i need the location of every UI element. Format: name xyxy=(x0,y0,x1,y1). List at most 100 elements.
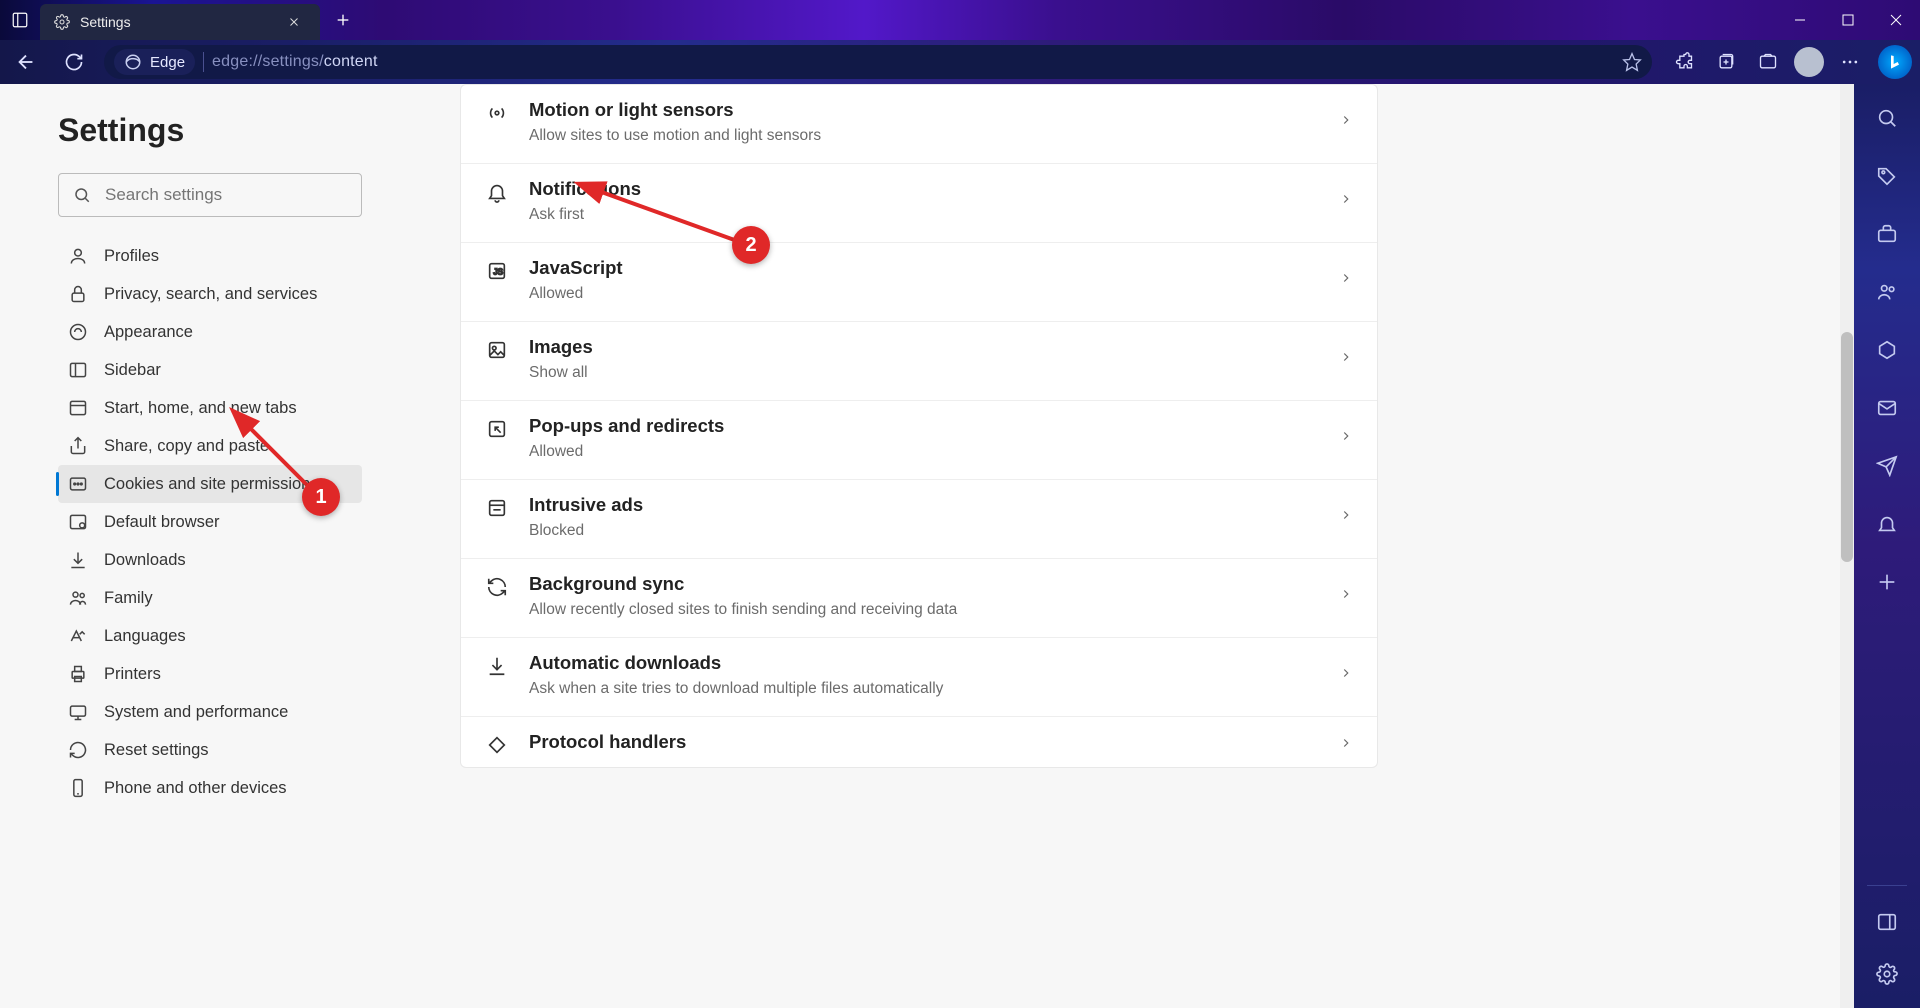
settings-title: Settings xyxy=(58,112,382,149)
nav-family[interactable]: Family xyxy=(58,579,362,617)
nav-appearance[interactable]: Appearance xyxy=(58,313,362,351)
browser-icon xyxy=(68,512,88,532)
rail-shopping-button[interactable] xyxy=(1871,160,1903,192)
close-tab-button[interactable] xyxy=(282,10,306,34)
plus-icon xyxy=(335,12,351,28)
edge-logo-icon xyxy=(124,53,142,71)
rail-office-button[interactable] xyxy=(1871,334,1903,366)
collections-icon xyxy=(1716,52,1736,72)
nav-printers[interactable]: Printers xyxy=(58,655,362,693)
nav-label: Languages xyxy=(104,627,186,646)
url-separator xyxy=(203,52,204,72)
nav-label: Printers xyxy=(104,665,161,684)
url-text: edge://settings/content xyxy=(212,53,378,71)
row-title: Images xyxy=(529,336,1339,358)
row-sub: Show all xyxy=(529,364,1339,382)
rail-settings-button[interactable] xyxy=(1871,958,1903,990)
chevron-right-icon xyxy=(1339,350,1353,369)
nav-system[interactable]: System and performance xyxy=(58,693,362,731)
nav-label: System and performance xyxy=(104,703,288,722)
row-popups[interactable]: Pop-ups and redirects Allowed xyxy=(461,401,1377,480)
settings-nav: Settings Profiles Privacy, search, and s… xyxy=(0,84,400,1008)
more-button[interactable] xyxy=(1830,42,1870,82)
popup-icon xyxy=(485,417,509,441)
row-sub: Blocked xyxy=(529,522,1339,540)
dots-icon xyxy=(1840,52,1860,72)
profile-avatar[interactable] xyxy=(1794,47,1824,77)
chevron-right-icon xyxy=(1339,113,1353,132)
download-icon xyxy=(485,654,509,678)
row-background-sync[interactable]: Background sync Allow recently closed si… xyxy=(461,559,1377,638)
nav-profiles[interactable]: Profiles xyxy=(58,237,362,275)
nav-label: Privacy, search, and services xyxy=(104,285,317,304)
phone-icon xyxy=(68,778,88,798)
people-icon xyxy=(1876,281,1898,303)
rail-games-button[interactable] xyxy=(1871,276,1903,308)
collections-button[interactable] xyxy=(1706,42,1746,82)
plus-icon xyxy=(1876,571,1898,593)
panel-icon xyxy=(1876,911,1898,933)
nav-label: Family xyxy=(104,589,153,608)
refresh-icon xyxy=(64,52,84,72)
favorite-button[interactable] xyxy=(1622,52,1642,72)
nav-downloads[interactable]: Downloads xyxy=(58,541,362,579)
rail-send-button[interactable] xyxy=(1871,450,1903,482)
url-box[interactable]: Edge edge://settings/content xyxy=(104,45,1652,79)
row-protocol-handlers[interactable]: Protocol handlers xyxy=(461,717,1377,767)
toolbar-right xyxy=(1664,42,1912,82)
close-window-button[interactable] xyxy=(1872,0,1920,40)
protocol-icon xyxy=(485,733,509,757)
nav-languages[interactable]: Languages xyxy=(58,617,362,655)
rail-add-button[interactable] xyxy=(1871,566,1903,598)
download-icon xyxy=(68,550,88,570)
settings-search-input[interactable] xyxy=(105,185,347,205)
puzzle-icon xyxy=(1674,52,1694,72)
annotation-callout-1: 1 xyxy=(302,478,340,516)
row-motion-sensors[interactable]: Motion or light sensors Allow sites to u… xyxy=(461,85,1377,164)
scrollbar-thumb[interactable] xyxy=(1841,332,1853,562)
bell-icon xyxy=(485,180,509,204)
nav-privacy[interactable]: Privacy, search, and services xyxy=(58,275,362,313)
new-tab-button[interactable] xyxy=(326,3,360,37)
row-images[interactable]: Images Show all xyxy=(461,322,1377,401)
reset-icon xyxy=(68,740,88,760)
content-scrollbar[interactable] xyxy=(1840,84,1854,1008)
screenshot-button[interactable] xyxy=(1748,42,1788,82)
minimize-button[interactable] xyxy=(1776,0,1824,40)
sync-icon xyxy=(485,575,509,599)
row-title: Automatic downloads xyxy=(529,652,1339,674)
browser-tab[interactable]: Settings xyxy=(40,4,320,40)
row-sub: Allow sites to use motion and light sens… xyxy=(529,127,1339,145)
nav-reset[interactable]: Reset settings xyxy=(58,731,362,769)
rail-outlook-button[interactable] xyxy=(1871,392,1903,424)
bing-button[interactable] xyxy=(1878,45,1912,79)
lock-icon xyxy=(68,284,88,304)
site-identity-label: Edge xyxy=(150,54,185,71)
rail-notifications-button[interactable] xyxy=(1871,508,1903,540)
close-icon xyxy=(288,16,300,28)
tag-icon xyxy=(1876,165,1898,187)
nav-sidebar[interactable]: Sidebar xyxy=(58,351,362,389)
settings-search[interactable] xyxy=(58,173,362,217)
profile-icon xyxy=(68,246,88,266)
page: Settings Profiles Privacy, search, and s… xyxy=(0,84,1920,1008)
nav-phone[interactable]: Phone and other devices xyxy=(58,769,362,807)
rail-tools-button[interactable] xyxy=(1871,218,1903,250)
edge-sidebar xyxy=(1854,84,1920,1008)
tab-actions-button[interactable] xyxy=(0,0,40,40)
maximize-button[interactable] xyxy=(1824,0,1872,40)
extensions-button[interactable] xyxy=(1664,42,1704,82)
chevron-right-icon xyxy=(1339,271,1353,290)
settings-nav-list: Profiles Privacy, search, and services A… xyxy=(58,237,362,807)
gear-icon xyxy=(54,14,70,30)
row-intrusive-ads[interactable]: Intrusive ads Blocked xyxy=(461,480,1377,559)
window-controls xyxy=(1776,0,1920,40)
back-button[interactable] xyxy=(8,44,44,80)
rail-search-button[interactable] xyxy=(1871,102,1903,134)
chevron-right-icon xyxy=(1339,429,1353,448)
site-identity-pill[interactable]: Edge xyxy=(114,49,195,75)
rail-hide-button[interactable] xyxy=(1871,906,1903,938)
row-automatic-downloads[interactable]: Automatic downloads Ask when a site trie… xyxy=(461,638,1377,717)
refresh-button[interactable] xyxy=(56,44,92,80)
chevron-right-icon xyxy=(1339,508,1353,527)
